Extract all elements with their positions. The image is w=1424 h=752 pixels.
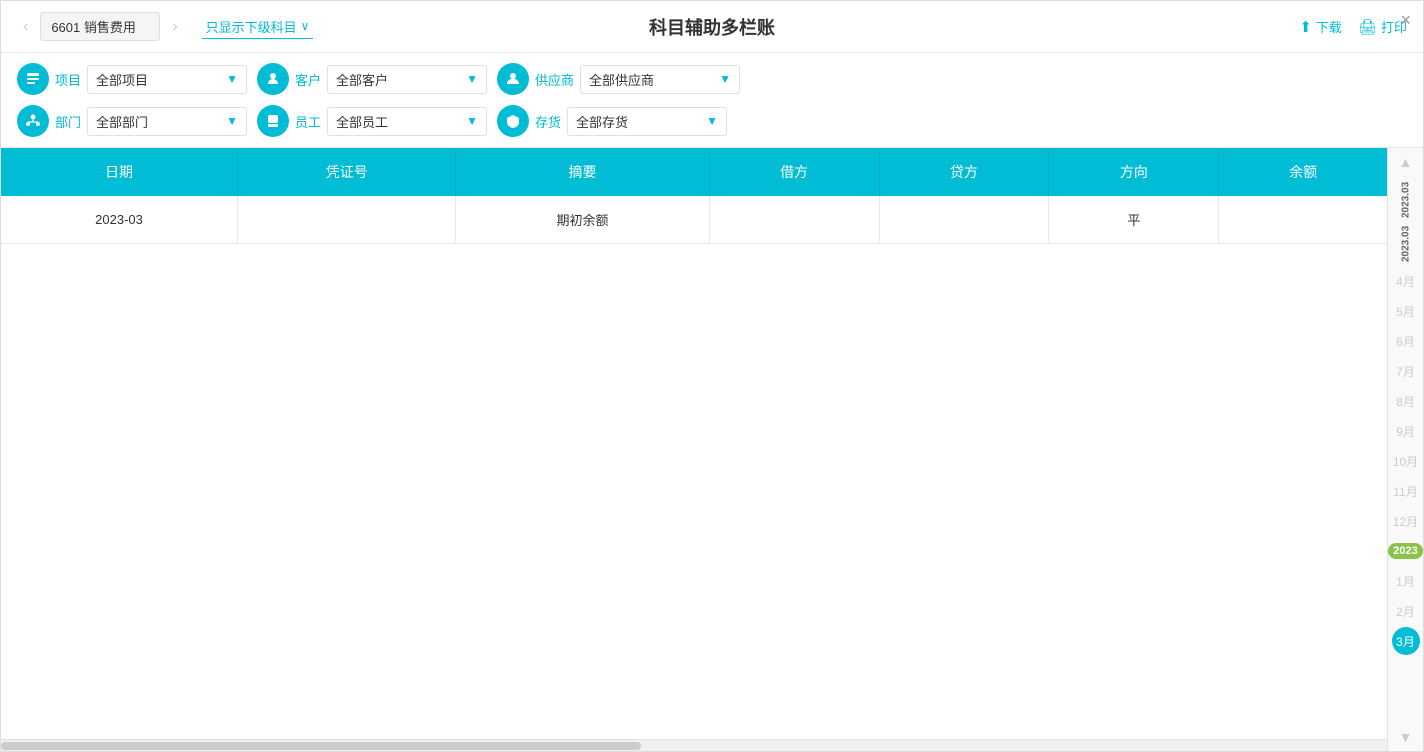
customer-value: 全部客户 (336, 70, 388, 89)
top-bar: ‹ 6601 销售费用 › 只显示下级科目 ∨ 科目辅助多栏账 ⬆ 下载 🖨 打… (1, 1, 1423, 53)
col-summary: 摘要 (456, 148, 709, 196)
table-wrapper[interactable]: 日期 凭证号 摘要 借方 贷方 方向 余额 2023-03 (1, 148, 1423, 739)
supplier-arrow: ▼ (719, 72, 731, 86)
cell-direction: 平 (1049, 196, 1219, 244)
department-select[interactable]: 全部部门 ▼ (87, 107, 247, 136)
employee-select[interactable]: 全部员工 ▼ (327, 107, 487, 136)
timeline-item-12[interactable]: 12月 (1388, 506, 1424, 536)
project-value: 全部项目 (96, 70, 148, 89)
project-select[interactable]: 全部项目 ▼ (87, 65, 247, 94)
top-actions: ⬆ 下载 🖨 打印 (1299, 17, 1407, 36)
supplier-label: 供应商 (535, 70, 574, 89)
inventory-label: 存货 (535, 112, 561, 131)
sidebar-down-button[interactable]: ▼ (1388, 723, 1424, 751)
sidebar-up-button[interactable]: ▲ (1388, 148, 1424, 176)
filter-item-employee: 员工 全部员工 ▼ (257, 105, 487, 137)
down-arrow-icon: ▼ (1399, 729, 1413, 745)
show-sub-arrow: ∨ (301, 19, 310, 33)
customer-label: 客户 (295, 70, 321, 89)
download-label: 下载 (1316, 17, 1342, 36)
department-arrow: ▼ (226, 114, 238, 128)
col-direction: 方向 (1049, 148, 1219, 196)
timeline-item-header1[interactable]: 2023.03 (1388, 180, 1424, 220)
supplier-icon (497, 63, 529, 95)
account-code: 6601 销售费用 (40, 12, 160, 41)
col-credit: 贷方 (879, 148, 1049, 196)
inventory-arrow: ▼ (706, 114, 718, 128)
col-date: 日期 (1, 148, 238, 196)
timeline-item-5[interactable]: 5月 (1388, 296, 1424, 326)
timeline-item-10[interactable]: 10月 (1388, 446, 1424, 476)
employee-value: 全部员工 (336, 112, 388, 131)
filter-area: 项目 全部项目 ▼ 客户 全部客户 ▼ (1, 53, 1423, 148)
print-icon: 🖨 (1358, 18, 1377, 36)
timeline-item-3-active[interactable]: 3月 (1392, 627, 1420, 655)
col-voucher: 凭证号 (238, 148, 456, 196)
inventory-select[interactable]: 全部存货 ▼ (567, 107, 727, 136)
supplier-value: 全部供应商 (589, 70, 654, 89)
table-area: 日期 凭证号 摘要 借方 贷方 方向 余额 2023-03 (1, 148, 1423, 751)
page-title: 科目辅助多栏账 (649, 14, 775, 40)
col-debit: 借方 (709, 148, 879, 196)
inventory-icon (497, 105, 529, 137)
timeline-year-badge[interactable]: 2023 (1388, 536, 1424, 566)
timeline-item-11[interactable]: 11月 (1388, 476, 1424, 506)
download-button[interactable]: ⬆ 下载 (1299, 17, 1342, 36)
timeline-item-8[interactable]: 8月 (1388, 386, 1424, 416)
download-icon: ⬆ (1299, 18, 1312, 36)
nav-area: ‹ 6601 销售费用 › 只显示下级科目 ∨ (17, 12, 313, 41)
timeline-item-9[interactable]: 9月 (1388, 416, 1424, 446)
cell-credit (879, 196, 1049, 244)
table-header: 日期 凭证号 摘要 借方 贷方 方向 余额 (1, 148, 1387, 196)
timeline-item-2[interactable]: 2月 (1388, 596, 1424, 626)
col-balance: 余额 (1219, 148, 1387, 196)
timeline-item-7[interactable]: 7月 (1388, 356, 1424, 386)
cell-debit (709, 196, 879, 244)
customer-select[interactable]: 全部客户 ▼ (327, 65, 487, 94)
employee-icon (257, 105, 289, 137)
timeline-item-6[interactable]: 6月 (1388, 326, 1424, 356)
timeline-item-4[interactable]: 4月 (1388, 266, 1424, 296)
inventory-value: 全部存货 (576, 112, 628, 131)
timeline-item-1[interactable]: 1月 (1388, 566, 1424, 596)
department-label: 部门 (55, 112, 81, 131)
project-label: 项目 (55, 70, 81, 89)
department-value: 全部部门 (96, 112, 148, 131)
department-icon (17, 105, 49, 137)
year-badge: 2023 (1388, 543, 1422, 559)
cell-voucher (238, 196, 456, 244)
timeline-item-header2[interactable]: 2023.03 (1388, 224, 1424, 264)
cell-summary: 期初余额 (456, 196, 709, 244)
timeline-container: 2023.03 2023.03 4月 5月 6月 7月 8月 9月 10月 11… (1388, 176, 1424, 723)
cell-balance (1219, 196, 1387, 244)
show-sub-button[interactable]: 只显示下级科目 ∨ (202, 15, 314, 39)
customer-arrow: ▼ (466, 72, 478, 86)
show-sub-label: 只显示下级科目 (206, 17, 297, 36)
filter-item-customer: 客户 全部客户 ▼ (257, 63, 487, 95)
cell-date: 2023-03 (1, 196, 238, 244)
close-button[interactable]: × (1400, 11, 1411, 29)
filter-item-department: 部门 全部部门 ▼ (17, 105, 247, 137)
up-arrow-icon: ▲ (1399, 154, 1413, 170)
scrollbar-thumb (1, 742, 641, 750)
prev-arrow[interactable]: ‹ (17, 16, 34, 38)
horizontal-scrollbar[interactable] (1, 739, 1423, 751)
employee-label: 员工 (295, 112, 321, 131)
main-container: ‹ 6601 销售费用 › 只显示下级科目 ∨ 科目辅助多栏账 ⬆ 下载 🖨 打… (0, 0, 1424, 752)
ledger-table: 日期 凭证号 摘要 借方 贷方 方向 余额 2023-03 (1, 148, 1387, 244)
filter-item-inventory: 存货 全部存货 ▼ (497, 105, 727, 137)
filter-row-1: 项目 全部项目 ▼ 客户 全部客户 ▼ (17, 63, 740, 95)
table-body: 2023-03 期初余额 平 (1, 196, 1387, 244)
employee-arrow: ▼ (466, 114, 478, 128)
filter-item-supplier: 供应商 全部供应商 ▼ (497, 63, 740, 95)
next-arrow[interactable]: › (166, 16, 183, 38)
supplier-select[interactable]: 全部供应商 ▼ (580, 65, 740, 94)
project-arrow: ▼ (226, 72, 238, 86)
filter-item-project: 项目 全部项目 ▼ (17, 63, 247, 95)
customer-icon (257, 63, 289, 95)
project-icon (17, 63, 49, 95)
right-sidebar: ▲ 2023.03 2023.03 4月 5月 6月 7月 8月 9月 10月 … (1387, 148, 1423, 751)
table-row: 2023-03 期初余额 平 (1, 196, 1387, 244)
filter-row-2: 部门 全部部门 ▼ 员工 全部员工 ▼ (17, 105, 727, 137)
